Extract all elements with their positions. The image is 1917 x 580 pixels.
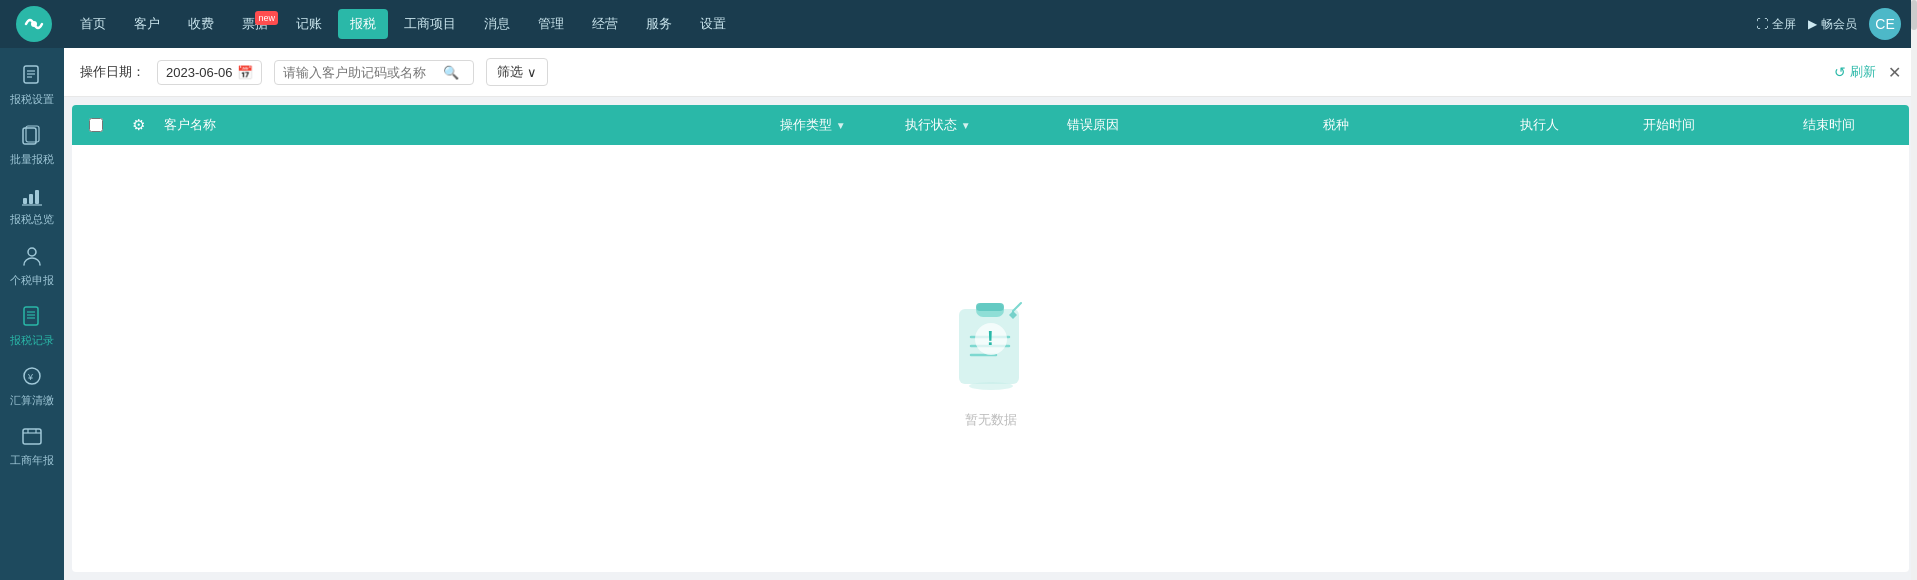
svg-rect-9: [29, 194, 33, 204]
th-checkbox[interactable]: [72, 118, 120, 132]
th-start-time: 开始时间: [1589, 106, 1749, 144]
nav-bar: 首页 客户 收费 票据 new 记账 报税 工商项目 消息 管理 经营 服务 设…: [68, 9, 1756, 39]
sidebar-item-batch-tax[interactable]: 批量报税: [2, 116, 62, 174]
nav-service[interactable]: 服务: [634, 9, 684, 39]
sidebar-item-tax-settings[interactable]: 报税设置: [2, 56, 62, 114]
table-container: ⚙ 客户名称 操作类型 ▼ 执行状态 ▼ 错误原因 税种: [72, 105, 1909, 572]
nav-customer[interactable]: 客户: [122, 9, 172, 39]
svg-rect-25: [976, 303, 1004, 311]
select-all-checkbox[interactable]: [89, 118, 103, 132]
settle-icon: ¥: [21, 365, 43, 390]
sidebar-label-tax-settings: 报税设置: [10, 93, 54, 106]
svg-point-12: [28, 248, 36, 256]
th-status: 执行状态 ▼: [873, 106, 1003, 144]
personal-tax-icon: [21, 245, 43, 270]
user-avatar[interactable]: CE: [1869, 8, 1901, 40]
date-picker[interactable]: 2023-06-06 📅: [157, 60, 262, 85]
search-box: 🔍: [274, 60, 474, 85]
refresh-label: 刷新: [1850, 63, 1876, 81]
top-nav-right: ⛶ 全屏 ▶ 畅会员 CE: [1756, 8, 1901, 40]
nav-operation[interactable]: 经营: [580, 9, 630, 39]
th-customer: 客户名称: [156, 106, 753, 144]
nav-tax[interactable]: 报税: [338, 9, 388, 39]
sidebar-label-tax-summary: 报税总览: [10, 213, 54, 226]
fullscreen-label: 全屏: [1772, 16, 1796, 33]
batch-tax-icon: [21, 124, 43, 149]
top-nav: 首页 客户 收费 票据 new 记账 报税 工商项目 消息 管理 经营 服务 设…: [0, 0, 1917, 48]
content-area: 操作日期： 2023-06-06 📅 🔍 筛选 ∨ ↺ 刷新 ✕: [64, 48, 1917, 580]
calendar-icon: 📅: [237, 65, 253, 80]
tax-record-icon: [21, 305, 43, 330]
member-icon: ▶: [1808, 17, 1817, 31]
svg-rect-10: [35, 190, 39, 204]
nav-industrial[interactable]: 工商项目: [392, 9, 468, 39]
sidebar-item-personal-tax[interactable]: 个税申报: [2, 237, 62, 295]
th-end-time: 结束时间: [1749, 106, 1909, 144]
filter-label: 筛选: [497, 63, 523, 81]
sidebar-item-settle[interactable]: ¥ 汇算清缴: [2, 357, 62, 415]
svg-text:!: !: [987, 327, 994, 349]
nav-message[interactable]: 消息: [472, 9, 522, 39]
nav-home[interactable]: 首页: [68, 9, 118, 39]
search-input[interactable]: [283, 65, 443, 80]
svg-rect-8: [23, 198, 27, 204]
close-button[interactable]: ✕: [1888, 63, 1901, 82]
invoice-badge: new: [255, 11, 278, 25]
date-label: 操作日期：: [80, 63, 145, 81]
sidebar: 报税设置 批量报税 报税总览: [0, 48, 64, 580]
nav-bookkeeping[interactable]: 记账: [284, 9, 334, 39]
toolbar: 操作日期： 2023-06-06 📅 🔍 筛选 ∨ ↺ 刷新 ✕: [64, 48, 1917, 97]
th-settings[interactable]: ⚙: [120, 116, 156, 134]
date-value: 2023-06-06: [166, 65, 233, 80]
refresh-icon: ↺: [1834, 64, 1846, 80]
sidebar-label-batch-tax: 批量报税: [10, 153, 54, 166]
nav-settings[interactable]: 设置: [688, 9, 738, 39]
app-logo[interactable]: [16, 6, 52, 42]
sidebar-label-personal-tax: 个税申报: [10, 274, 54, 287]
sidebar-item-annual-report[interactable]: 工商年报: [2, 417, 62, 475]
empty-icon: !: [941, 289, 1041, 399]
svg-point-1: [31, 21, 37, 27]
th-error: 错误原因: [1003, 106, 1183, 144]
svg-rect-13: [24, 307, 38, 325]
fullscreen-icon: ⛶: [1756, 17, 1768, 31]
th-op-type: 操作类型 ▼: [753, 106, 873, 144]
main-layout: 报税设置 批量报税 报税总览: [0, 48, 1917, 580]
svg-rect-19: [23, 429, 41, 444]
table-header: ⚙ 客户名称 操作类型 ▼ 执行状态 ▼ 错误原因 税种: [72, 105, 1909, 145]
settings-icon: ⚙: [132, 116, 145, 134]
th-tax-type: 税种: [1183, 106, 1489, 144]
sidebar-item-tax-record[interactable]: 报税记录: [2, 297, 62, 355]
refresh-button[interactable]: ↺ 刷新: [1834, 63, 1876, 81]
member-label: 畅会员: [1821, 16, 1857, 33]
status-filter-icon[interactable]: ▼: [961, 120, 971, 131]
svg-text:¥: ¥: [27, 372, 34, 382]
svg-point-33: [969, 382, 1013, 390]
tax-settings-icon: [21, 64, 43, 89]
member-button[interactable]: ▶ 畅会员: [1808, 16, 1857, 33]
sidebar-label-tax-record: 报税记录: [10, 334, 54, 347]
sidebar-label-annual-report: 工商年报: [10, 454, 54, 467]
op-type-filter-icon[interactable]: ▼: [836, 120, 846, 131]
svg-line-31: [1013, 303, 1021, 311]
filter-chevron-icon: ∨: [527, 65, 537, 80]
search-icon[interactable]: 🔍: [443, 65, 459, 80]
nav-manage[interactable]: 管理: [526, 9, 576, 39]
nav-fee[interactable]: 收费: [176, 9, 226, 39]
th-executor: 执行人: [1489, 106, 1589, 144]
sidebar-label-settle: 汇算清缴: [10, 394, 54, 407]
nav-invoice[interactable]: 票据 new: [230, 9, 280, 39]
fullscreen-button[interactable]: ⛶ 全屏: [1756, 16, 1796, 33]
tax-summary-icon: [21, 184, 43, 209]
filter-button[interactable]: 筛选 ∨: [486, 58, 548, 86]
annual-report-icon: [21, 425, 43, 450]
empty-text: 暂无数据: [965, 411, 1017, 429]
table-body: ! 暂无数据: [72, 145, 1909, 572]
sidebar-item-tax-summary[interactable]: 报税总览: [2, 176, 62, 234]
empty-state: ! 暂无数据: [941, 289, 1041, 429]
